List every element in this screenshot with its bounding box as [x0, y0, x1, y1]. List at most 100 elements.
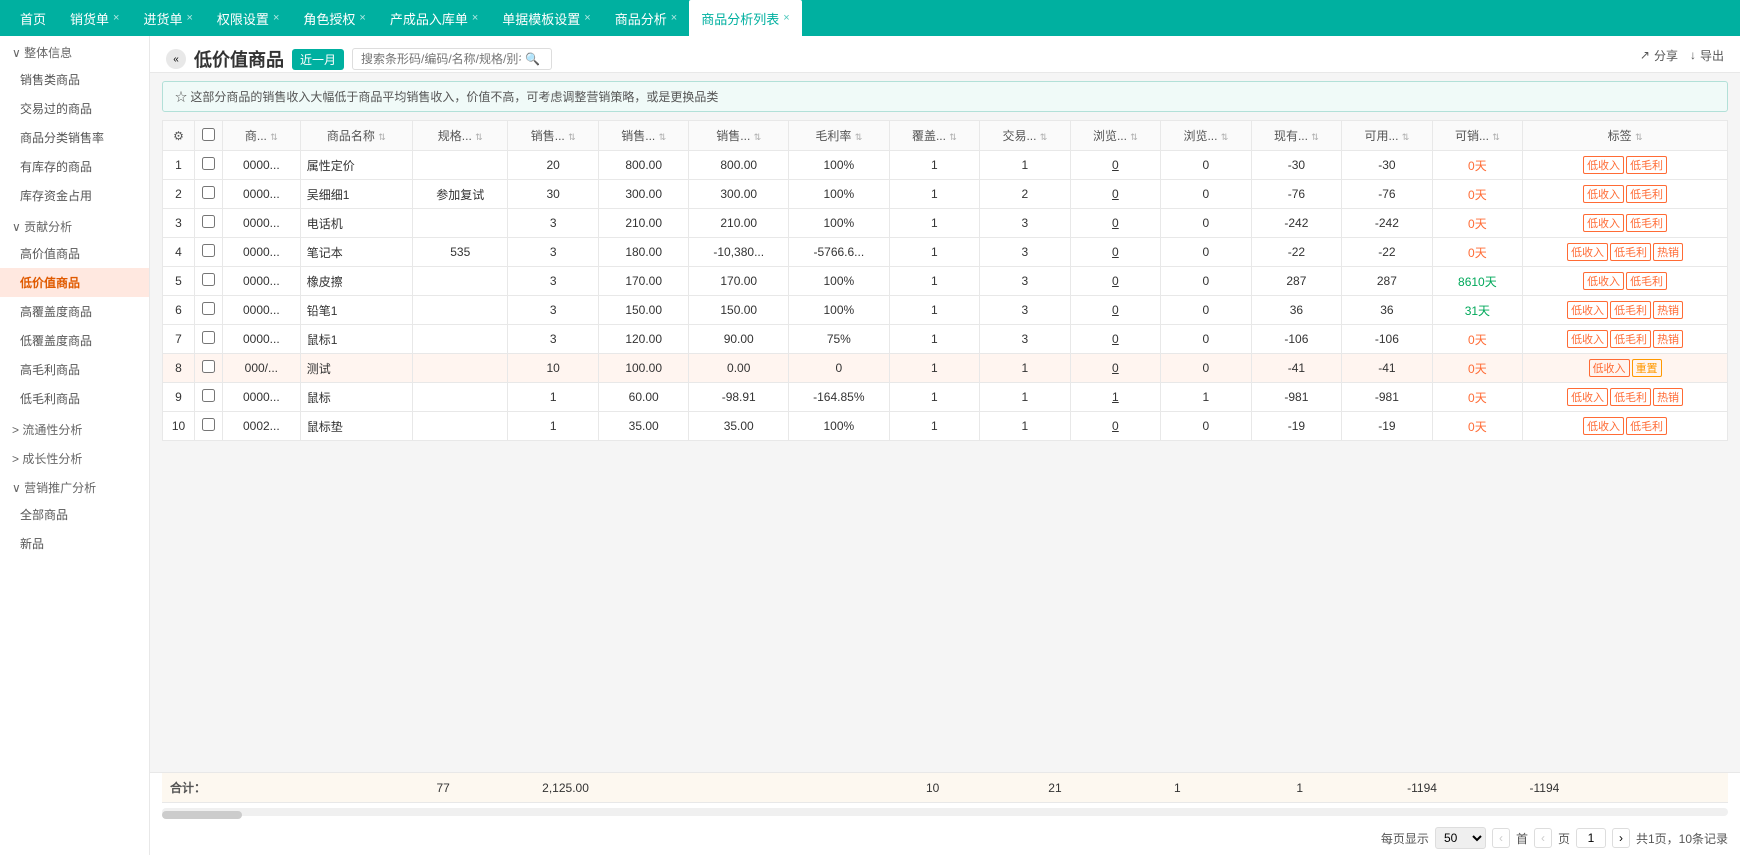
row-checkbox[interactable]: [195, 238, 223, 267]
row-browse1[interactable]: 0: [1070, 180, 1161, 209]
sidebar-group-title-circulation[interactable]: > 流通性分析: [0, 413, 149, 442]
col-coverage[interactable]: 覆盖... ⇅: [889, 121, 980, 151]
sidebar-item-high-profit[interactable]: 高毛利商品: [0, 355, 149, 384]
row-checkbox[interactable]: [195, 325, 223, 354]
browse-link[interactable]: 0: [1112, 274, 1119, 288]
col-name[interactable]: 商品名称 ⇅: [300, 121, 412, 151]
sidebar-item-low-coverage[interactable]: 低覆盖度商品: [0, 326, 149, 355]
col-available[interactable]: 可用... ⇅: [1342, 121, 1433, 151]
row-browse1[interactable]: 0: [1070, 238, 1161, 267]
row-browse1[interactable]: 0: [1070, 325, 1161, 354]
row-browse1[interactable]: 0: [1070, 267, 1161, 296]
row-select-checkbox[interactable]: [202, 331, 215, 344]
close-icon[interactable]: ×: [359, 12, 365, 24]
sidebar-item-sales-products[interactable]: 销售类商品: [0, 65, 149, 94]
nav-home[interactable]: 首页: [8, 0, 58, 36]
row-checkbox[interactable]: [195, 412, 223, 441]
nav-purchase[interactable]: 进货单×: [131, 0, 204, 36]
row-select-checkbox[interactable]: [202, 360, 215, 373]
browse-link[interactable]: 0: [1112, 187, 1119, 201]
time-badge[interactable]: 近一月: [292, 49, 344, 70]
sidebar-item-low-profit[interactable]: 低毛利商品: [0, 384, 149, 413]
row-browse1[interactable]: 0: [1070, 296, 1161, 325]
col-current[interactable]: 现有... ⇅: [1251, 121, 1342, 151]
sidebar-item-traded-products[interactable]: 交易过的商品: [0, 94, 149, 123]
search-input[interactable]: [361, 52, 521, 66]
nav-template-settings[interactable]: 单据模板设置×: [490, 0, 602, 36]
col-tags[interactable]: 标签 ⇅: [1523, 121, 1728, 151]
page-input[interactable]: [1576, 828, 1606, 848]
col-trade[interactable]: 交易... ⇅: [980, 121, 1071, 151]
row-checkbox[interactable]: [195, 267, 223, 296]
sidebar-group-title-marketing[interactable]: ∨ 营销推广分析: [0, 471, 149, 500]
prev-page-button[interactable]: ‹: [1534, 828, 1552, 848]
browse-link[interactable]: 0: [1112, 332, 1119, 346]
row-select-checkbox[interactable]: [202, 273, 215, 286]
export-button[interactable]: ↓ 导出: [1690, 47, 1724, 64]
nav-sales[interactable]: 销货单×: [58, 0, 131, 36]
row-checkbox[interactable]: [195, 296, 223, 325]
row-checkbox[interactable]: [195, 180, 223, 209]
sidebar-item-all-products[interactable]: 全部商品: [0, 500, 149, 529]
nav-role-auth[interactable]: 角色授权×: [291, 0, 377, 36]
settings-col-header[interactable]: ⚙: [163, 121, 195, 151]
browse-link[interactable]: 0: [1112, 303, 1119, 317]
row-checkbox[interactable]: [195, 354, 223, 383]
row-browse1[interactable]: 1: [1070, 383, 1161, 412]
sidebar-item-stocked-products[interactable]: 有库存的商品: [0, 152, 149, 181]
sidebar-group-title-growth[interactable]: > 成长性分析: [0, 442, 149, 471]
share-button[interactable]: ↗ 分享: [1640, 47, 1678, 64]
search-box[interactable]: 🔍: [352, 48, 552, 70]
row-select-checkbox[interactable]: [202, 244, 215, 257]
browse-link[interactable]: 0: [1112, 216, 1119, 230]
sidebar-item-high-coverage[interactable]: 高覆盖度商品: [0, 297, 149, 326]
col-browse2[interactable]: 浏览... ⇅: [1161, 121, 1252, 151]
col-code[interactable]: 商... ⇅: [223, 121, 301, 151]
next-page-button[interactable]: ›: [1612, 828, 1630, 848]
sidebar-collapse-button[interactable]: «: [166, 49, 186, 69]
row-browse1[interactable]: 0: [1070, 151, 1161, 180]
close-icon[interactable]: ×: [113, 12, 119, 24]
row-browse1[interactable]: 0: [1070, 412, 1161, 441]
close-icon[interactable]: ×: [783, 12, 789, 24]
col-margin[interactable]: 毛利率 ⇅: [789, 121, 890, 151]
row-select-checkbox[interactable]: [202, 186, 215, 199]
col-sellable[interactable]: 可销... ⇅: [1432, 121, 1523, 151]
row-checkbox[interactable]: [195, 151, 223, 180]
nav-product-analysis-list[interactable]: 商品分析列表×: [689, 0, 801, 36]
nav-product-analysis[interactable]: 商品分析×: [603, 0, 689, 36]
col-s3[interactable]: 销售... ⇅: [689, 121, 789, 151]
browse-link[interactable]: 0: [1112, 158, 1119, 172]
col-spec[interactable]: 规格... ⇅: [413, 121, 508, 151]
row-select-checkbox[interactable]: [202, 302, 215, 315]
browse-link[interactable]: 1: [1112, 390, 1119, 404]
col-browse1[interactable]: 浏览... ⇅: [1070, 121, 1161, 151]
row-select-checkbox[interactable]: [202, 418, 215, 431]
checkbox-col-header[interactable]: [195, 121, 223, 151]
per-page-select[interactable]: 50 100 200: [1435, 827, 1486, 849]
browse-link[interactable]: 0: [1112, 361, 1119, 375]
row-checkbox[interactable]: [195, 383, 223, 412]
row-checkbox[interactable]: [195, 209, 223, 238]
row-select-checkbox[interactable]: [202, 389, 215, 402]
sidebar-item-new-products[interactable]: 新品: [0, 529, 149, 558]
close-icon[interactable]: ×: [584, 12, 590, 24]
sidebar-group-title-overall[interactable]: ∨ 整体信息: [0, 36, 149, 65]
first-page-button[interactable]: ‹: [1492, 828, 1510, 848]
select-all-checkbox[interactable]: [202, 128, 215, 141]
row-select-checkbox[interactable]: [202, 215, 215, 228]
nav-product-instock[interactable]: 产成品入库单×: [378, 0, 490, 36]
nav-permissions[interactable]: 权限设置×: [205, 0, 291, 36]
browse-link[interactable]: 0: [1112, 245, 1119, 259]
sidebar-group-title-contribution[interactable]: ∨ 贡献分析: [0, 210, 149, 239]
col-s1[interactable]: 销售... ⇅: [508, 121, 599, 151]
close-icon[interactable]: ×: [472, 12, 478, 24]
row-select-checkbox[interactable]: [202, 157, 215, 170]
close-icon[interactable]: ×: [671, 12, 677, 24]
close-icon[interactable]: ×: [273, 12, 279, 24]
sidebar-item-stock-capital[interactable]: 库存资金占用: [0, 181, 149, 210]
row-browse1[interactable]: 0: [1070, 209, 1161, 238]
sidebar-item-low-value[interactable]: 低价值商品: [0, 268, 149, 297]
close-icon[interactable]: ×: [186, 12, 192, 24]
col-s2[interactable]: 销售... ⇅: [598, 121, 689, 151]
